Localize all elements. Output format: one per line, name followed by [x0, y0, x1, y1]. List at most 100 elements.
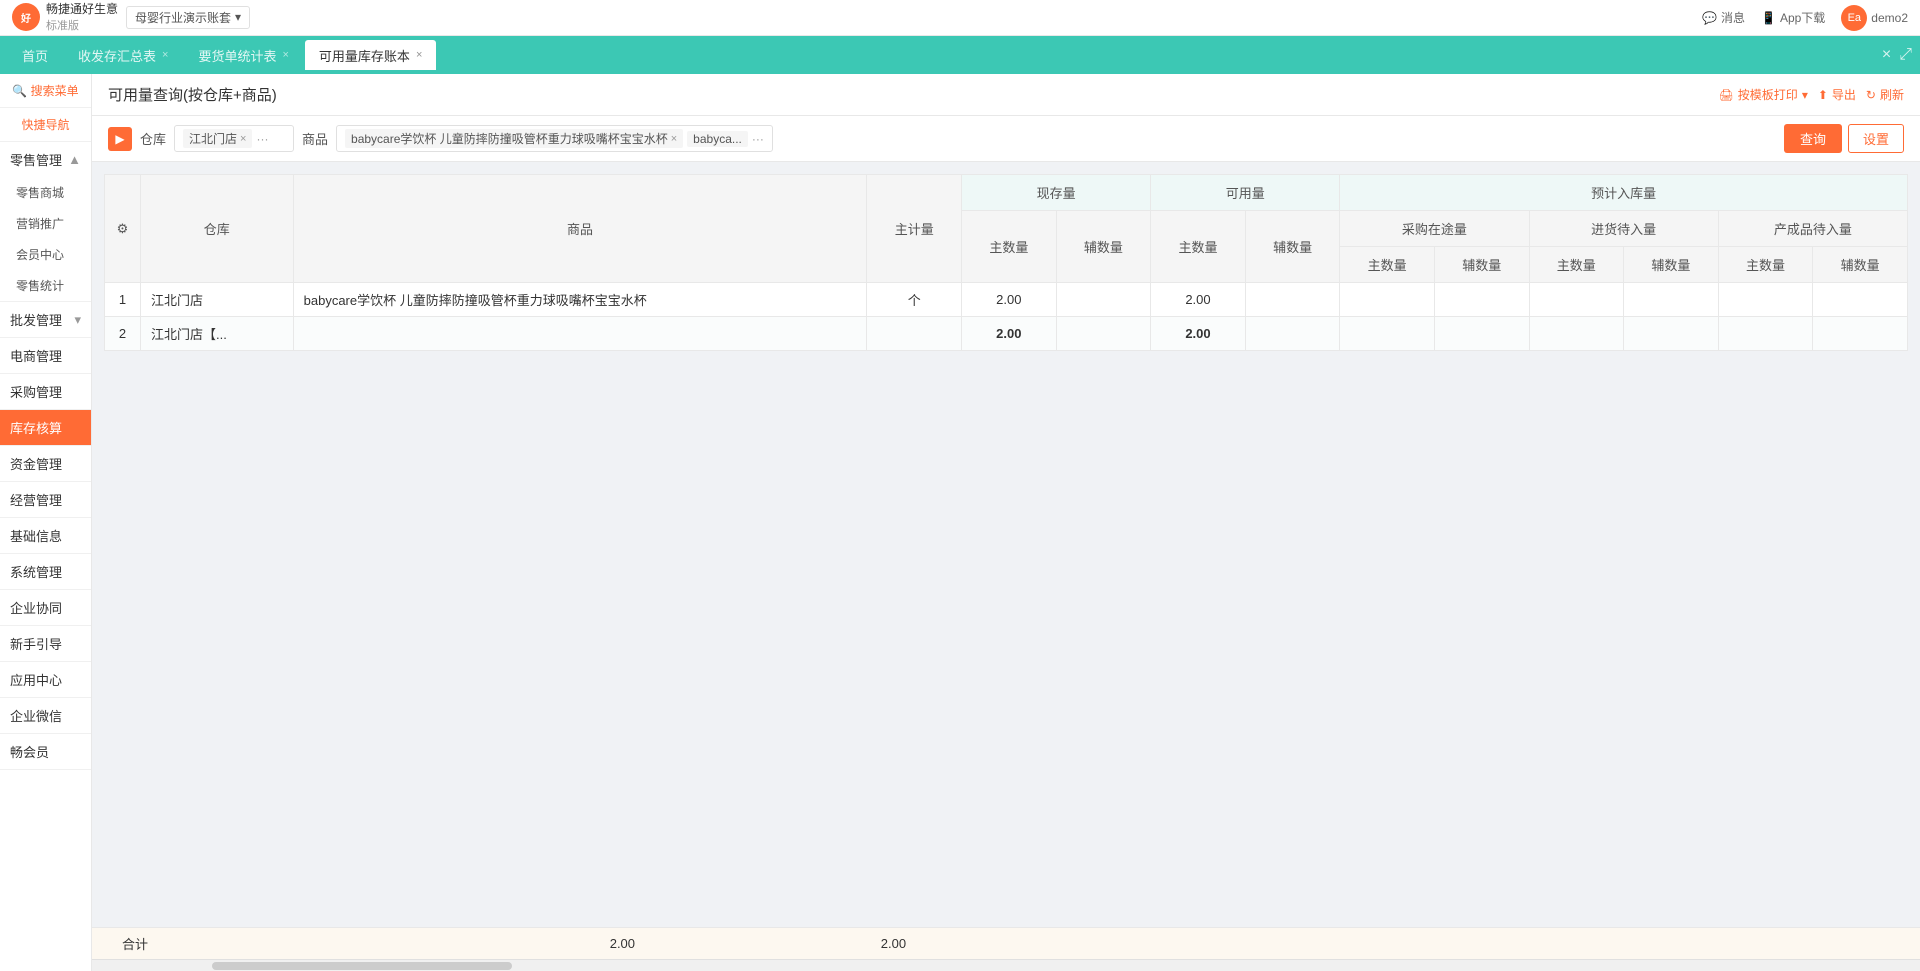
- sidebar-section-system-title[interactable]: 系统管理: [0, 554, 91, 589]
- sidebar-section-retail-title[interactable]: 零售管理 ▲: [0, 142, 91, 177]
- logo-text: 畅捷通好生意: [46, 2, 118, 16]
- sidebar-section-inventory: 库存核算: [0, 410, 91, 446]
- row2-available-aux: [1245, 317, 1340, 351]
- tab-available-inventory-close[interactable]: ×: [416, 49, 422, 61]
- footer-available-main: 2.00: [826, 936, 962, 951]
- sidebar-section-system: 系统管理: [0, 554, 91, 590]
- product-tag-remove[interactable]: ×: [671, 133, 677, 145]
- sidebar-quick-nav[interactable]: 快捷导航: [0, 108, 91, 142]
- org-selector[interactable]: 母婴行业演示账套 ▾: [126, 6, 250, 29]
- sidebar-section-wholesale-title[interactable]: 批发管理 ▾: [0, 302, 91, 337]
- row2-pp-aux: [1624, 317, 1719, 351]
- sidebar-section-newbie-title[interactable]: 新手引导: [0, 626, 91, 661]
- top-bar-left: 好 畅捷通好生意 标准版 母婴行业演示账套 ▾: [12, 2, 250, 32]
- page-title: 可用量查询(按仓库+商品): [108, 84, 277, 105]
- row2-warehouse: 江北门店【...: [141, 317, 294, 351]
- retail-expand-icon: ▲: [68, 152, 81, 167]
- page-actions: 🖨 按模板打印 ▾ ⬆ 导出 ↻ 刷新: [1719, 86, 1904, 103]
- sidebar-section-operations-label: 经营管理: [10, 490, 62, 509]
- sidebar-item-member-center[interactable]: 会员中心: [0, 239, 91, 270]
- product-tag: babycare学饮杯 儿童防摔防撞吸管杯重力球吸嘴杯宝宝水杯 ×: [345, 129, 683, 148]
- sidebar-section-member-title[interactable]: 畅会员: [0, 734, 91, 769]
- warehouse-more-icon[interactable]: ···: [256, 132, 268, 146]
- tab-home[interactable]: 首页: [8, 40, 62, 70]
- warehouse-input[interactable]: 江北门店 × ···: [174, 125, 294, 152]
- username: demo2: [1871, 11, 1908, 25]
- page-header: 可用量查询(按仓库+商品) 🖨 按模板打印 ▾ ⬆ 导出 ↻ 刷新: [92, 74, 1920, 116]
- filter-expand-btn[interactable]: ▶: [108, 127, 132, 151]
- sidebar-item-retail-stats[interactable]: 零售统计: [0, 270, 91, 301]
- th-purchase-transit-aux: 辅数量: [1434, 247, 1529, 283]
- tab-home-label: 首页: [22, 46, 48, 65]
- footer-label: 合计: [102, 934, 148, 953]
- scroll-thumb[interactable]: [212, 962, 512, 970]
- table-container: ⚙ 仓库 商品 主计量 现存量 可用量 预计入库量 主数量 辅数量 主数量 辅数…: [92, 162, 1920, 927]
- org-chevron-icon: ▾: [235, 10, 241, 24]
- th-warehouse: 仓库: [141, 175, 294, 283]
- row1-unit: 个: [867, 283, 962, 317]
- warehouse-tag: 江北门店 ×: [183, 129, 252, 148]
- row1-pt-aux: [1434, 283, 1529, 317]
- sidebar-item-retail-mall[interactable]: 零售商城: [0, 177, 91, 208]
- query-button[interactable]: 查询: [1784, 124, 1842, 153]
- refresh-btn[interactable]: ↻ 刷新: [1866, 86, 1904, 103]
- top-bar-right: 💬 消息 📱 App下载 Ea demo2: [1702, 5, 1908, 31]
- sidebar-section-ecommerce: 电商管理: [0, 338, 91, 374]
- th-purchase-pending-main: 主数量: [1529, 247, 1624, 283]
- sidebar-section-wechat-title[interactable]: 企业微信: [0, 698, 91, 733]
- footer-current-main: 2.00: [555, 936, 691, 951]
- sidebar-item-marketing[interactable]: 营销推广: [0, 208, 91, 239]
- product-input[interactable]: babycare学饮杯 儿童防摔防撞吸管杯重力球吸嘴杯宝宝水杯 × babyca…: [336, 125, 773, 152]
- sidebar-section-wholesale: 批发管理 ▾: [0, 302, 91, 338]
- wholesale-expand-icon: ▾: [74, 312, 81, 328]
- tab-order-stats[interactable]: 要货单统计表 ×: [184, 40, 302, 70]
- sidebar-section-app-center-title[interactable]: 应用中心: [0, 662, 91, 697]
- scroll-bar[interactable]: [92, 959, 1920, 971]
- tab-order-stats-close[interactable]: ×: [282, 49, 288, 61]
- row2-current-aux: [1056, 317, 1151, 351]
- tab-available-inventory-label: 可用量库存账本: [319, 46, 410, 65]
- sidebar-section-ecommerce-title[interactable]: 电商管理: [0, 338, 91, 373]
- main-layout: 🔍 搜索菜单 快捷导航 零售管理 ▲ 零售商城 营销推广 会员中心 零售统计 批…: [0, 74, 1920, 971]
- app-download-btn[interactable]: 📱 App下载: [1761, 9, 1825, 26]
- message-label: 消息: [1721, 9, 1745, 26]
- table-footer: 合计 2.00 2.00: [92, 927, 1920, 959]
- tab-receive-summary-close[interactable]: ×: [162, 49, 168, 61]
- product-more-icon[interactable]: ···: [752, 132, 764, 146]
- content-area: 可用量查询(按仓库+商品) 🖨 按模板打印 ▾ ⬆ 导出 ↻ 刷新: [92, 74, 1920, 971]
- th-production-pending: 产成品待入量: [1718, 211, 1907, 247]
- sidebar-section-basic-title[interactable]: 基础信息: [0, 518, 91, 553]
- close-all-tabs-btn[interactable]: ×: [1882, 46, 1891, 64]
- sidebar-section-finance-title[interactable]: 资金管理: [0, 446, 91, 481]
- row2-pp-main: [1529, 317, 1624, 351]
- message-btn[interactable]: 💬 消息: [1702, 9, 1745, 26]
- message-icon: 💬: [1702, 11, 1717, 25]
- th-production-pending-main: 主数量: [1718, 247, 1813, 283]
- th-gear[interactable]: ⚙: [105, 175, 141, 283]
- sidebar-section-retail: 零售管理 ▲ 零售商城 营销推广 会员中心 零售统计: [0, 142, 91, 302]
- print-btn[interactable]: 🖨 按模板打印 ▾: [1719, 86, 1808, 103]
- warehouse-tag-remove[interactable]: ×: [240, 133, 246, 145]
- row1-current-aux: [1056, 283, 1151, 317]
- sidebar-section-purchase-title[interactable]: 采购管理: [0, 374, 91, 409]
- product-tag2: babyca...: [687, 131, 748, 147]
- top-bar: 好 畅捷通好生意 标准版 母婴行业演示账套 ▾ 💬 消息 📱 App下载 Ea …: [0, 0, 1920, 36]
- th-estimated-in: 预计入库量: [1340, 175, 1908, 211]
- tab-available-inventory[interactable]: 可用量库存账本 ×: [305, 40, 436, 70]
- export-btn[interactable]: ⬆ 导出: [1818, 86, 1856, 103]
- sidebar-section-app-center-label: 应用中心: [10, 670, 62, 689]
- sidebar-section-member: 畅会员: [0, 734, 91, 770]
- sidebar-section-inventory-title[interactable]: 库存核算: [0, 410, 91, 445]
- warehouse-label: 仓库: [140, 129, 166, 148]
- sidebar-section-wechat: 企业微信: [0, 698, 91, 734]
- sidebar-search[interactable]: 🔍 搜索菜单: [0, 74, 91, 108]
- nav-tabs-right: × ⤢: [1882, 46, 1912, 64]
- user-menu[interactable]: Ea demo2: [1841, 5, 1908, 31]
- refresh-icon: ↻: [1866, 88, 1876, 102]
- maximize-btn[interactable]: ⤢: [1899, 46, 1912, 64]
- tab-receive-summary[interactable]: 收发存汇总表 ×: [64, 40, 182, 70]
- product-tag2-value: babyca...: [693, 132, 742, 146]
- sidebar-section-enterprise-title[interactable]: 企业协同: [0, 590, 91, 625]
- sidebar-section-operations-title[interactable]: 经营管理: [0, 482, 91, 517]
- setting-button[interactable]: 设置: [1848, 124, 1904, 153]
